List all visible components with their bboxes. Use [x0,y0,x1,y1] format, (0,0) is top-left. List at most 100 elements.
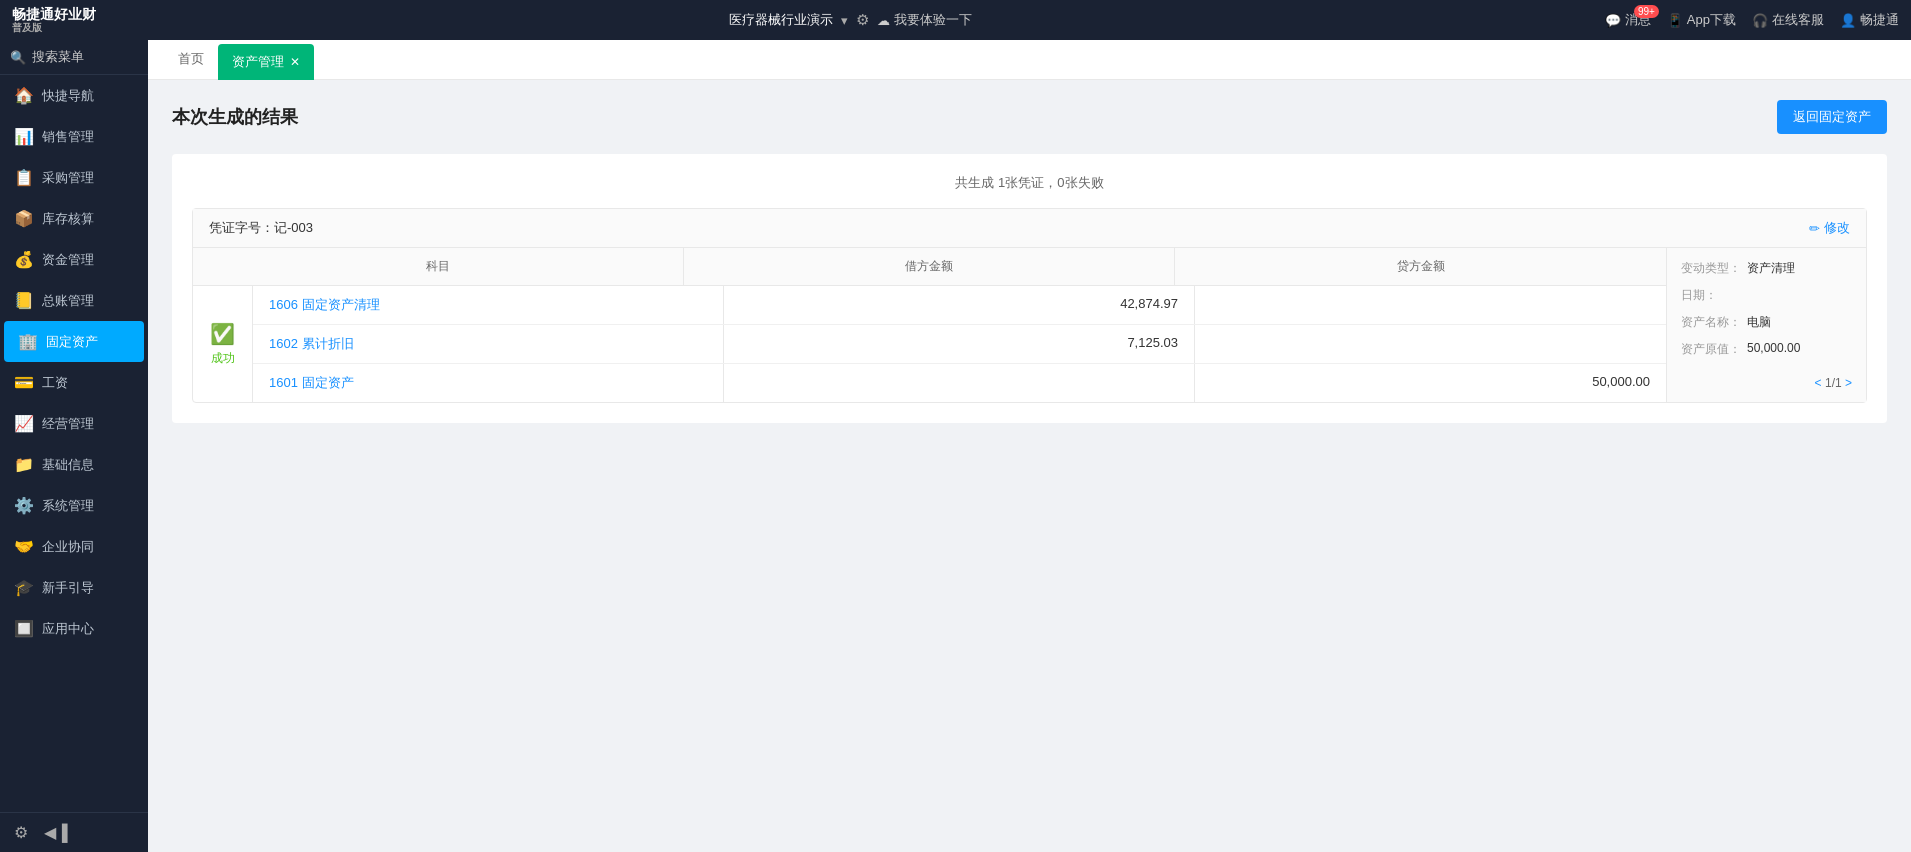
status-column: ✅ 成功 [193,286,253,402]
service-icon: 🎧 [1752,13,1768,28]
online-service-button[interactable]: 🎧 在线客服 [1752,11,1824,29]
col-debit: 借方金额 [684,248,1175,285]
row2-subject[interactable]: 1602 累计折旧 [253,325,724,363]
status-text: 成功 [211,350,235,367]
sidebar-bottom: ⚙ ◀▐ [0,812,148,852]
table-row: 1606 固定资产清理 42,874.97 [253,286,1666,325]
app-logo: 畅捷通好业财 普及版 [12,6,96,35]
content-area: 首页 资产管理 ✕ 本次生成的结果 返回固定资产 共生成 1张凭证，0张失败 凭… [148,40,1911,852]
company-dropdown-icon[interactable]: ▾ [841,13,848,28]
topbar: 畅捷通好业财 普及版 医疗器械行业演示 ▾ ⚙ ☁ 我要体验一下 💬 消息 99… [0,0,1911,40]
enterprise-icon: 🤝 [14,537,34,556]
row1-subject[interactable]: 1606 固定资产清理 [253,286,724,324]
ledger-icon: 📒 [14,291,34,310]
sidebar-item-guide[interactable]: 🎓 新手引导 [0,567,148,608]
sidebar-item-capital[interactable]: 💰 资金管理 [0,239,148,280]
settings-icon[interactable]: ⚙ [856,11,869,29]
tab-close-icon[interactable]: ✕ [290,55,300,69]
asset-name-label: 资产名称： [1681,314,1741,331]
info-original-value: 资产原值： 50,000.00 [1681,341,1852,358]
inventory-icon: 📦 [14,209,34,228]
sidebar-item-enterprise[interactable]: 🤝 企业协同 [0,526,148,567]
voucher-content: 科目 借方金额 贷方金额 ✅ 成功 [193,248,1866,402]
management-icon: 📈 [14,414,34,433]
purchase-icon: 📋 [14,168,34,187]
edit-icon: ✏ [1809,221,1820,236]
result-summary: 共生成 1张凭证，0张失败 [192,174,1867,192]
page-header: 本次生成的结果 返回固定资产 [172,100,1887,134]
sales-icon: 📊 [14,127,34,146]
sidebar: 🔍 搜索菜单 🏠 快捷导航 📊 销售管理 📋 采购管理 📦 库存核算 💰 资金管… [0,40,148,852]
page-content: 本次生成的结果 返回固定资产 共生成 1张凭证，0张失败 凭证字号：记-003 … [148,80,1911,852]
table-row-container: ✅ 成功 1606 固定资产清理 42,874.97 [193,286,1666,402]
row2-credit [1195,325,1666,363]
sidebar-item-payroll[interactable]: 💳 工资 [0,362,148,403]
app-download-button[interactable]: 📱 App下载 [1667,11,1736,29]
row1-debit: 42,874.97 [724,286,1195,324]
prev-page-button[interactable]: < [1815,376,1822,390]
download-icon: 📱 [1667,13,1683,28]
info-date: 日期： [1681,287,1852,304]
sidebar-item-inventory[interactable]: 📦 库存核算 [0,198,148,239]
row1-credit [1195,286,1666,324]
sidebar-item-ledger[interactable]: 📒 总账管理 [0,280,148,321]
sidebar-item-sales[interactable]: 📊 销售管理 [0,116,148,157]
pagination: < 1/1 > [1681,376,1852,390]
basic-icon: 📁 [14,455,34,474]
user-avatar-icon: 👤 [1840,13,1856,28]
company-name[interactable]: 医疗器械行业演示 [729,11,833,29]
system-icon: ⚙️ [14,496,34,515]
sidebar-item-purchase[interactable]: 📋 采购管理 [0,157,148,198]
edit-voucher-button[interactable]: ✏ 修改 [1809,219,1850,237]
col-credit: 贷方金额 [1175,248,1666,285]
sidebar-item-basic[interactable]: 📁 基础信息 [0,444,148,485]
row3-debit [724,364,1195,402]
topbar-center: 医疗器械行业演示 ▾ ⚙ ☁ 我要体验一下 [729,11,972,29]
table-rows: 1606 固定资产清理 42,874.97 1602 累计折旧 7,125.03 [253,286,1666,402]
table-header: 科目 借方金额 贷方金额 [193,248,1666,286]
original-value: 50,000.00 [1747,341,1800,358]
message-button[interactable]: 💬 消息 99+ [1605,11,1651,29]
row3-subject[interactable]: 1601 固定资产 [253,364,724,402]
sidebar-item-appstore[interactable]: 🔲 应用中心 [0,608,148,649]
return-fixed-assets-button[interactable]: 返回固定资产 [1777,100,1887,134]
feedback-btn[interactable]: ☁ 我要体验一下 [877,11,972,29]
voucher-header: 凭证字号：记-003 ✏ 修改 [193,209,1866,248]
fixed-assets-icon: 🏢 [18,332,38,351]
message-badge: 99+ [1634,5,1659,18]
sidebar-item-management[interactable]: 📈 经营管理 [0,403,148,444]
topbar-right: 💬 消息 99+ 📱 App下载 🎧 在线客服 👤 畅捷通 [1605,11,1899,29]
tab-bar: 首页 资产管理 ✕ [148,40,1911,80]
topbar-left: 畅捷通好业财 普及版 [12,6,96,35]
next-page-button[interactable]: > [1845,376,1852,390]
guide-icon: 🎓 [14,578,34,597]
type-label: 变动类型： [1681,260,1741,277]
asset-name-value: 电脑 [1747,314,1771,331]
date-label: 日期： [1681,287,1717,304]
sidebar-item-search[interactable]: 🔍 搜索菜单 [0,40,148,75]
info-type: 变动类型： 资产清理 [1681,260,1852,277]
appstore-icon: 🔲 [14,619,34,638]
page-indicator: 1/1 [1825,376,1845,390]
sidebar-collapse-icon[interactable]: ◀▐ [44,823,67,842]
table-row: 1602 累计折旧 7,125.03 [253,325,1666,364]
voucher-block: 凭证字号：记-003 ✏ 修改 科目 借方金额 贷方金额 [192,208,1867,403]
sidebar-settings-icon[interactable]: ⚙ [14,823,28,842]
page-title: 本次生成的结果 [172,105,298,129]
tab-asset[interactable]: 资产管理 ✕ [218,44,314,80]
search-icon: 🔍 [10,50,26,65]
tab-home[interactable]: 首页 [164,40,218,80]
type-value: 资产清理 [1747,260,1795,277]
payroll-icon: 💳 [14,373,34,392]
sidebar-item-fixed[interactable]: 🏢 固定资产 [4,321,144,362]
success-icon: ✅ [210,322,235,346]
result-section: 共生成 1张凭证，0张失败 凭证字号：记-003 ✏ 修改 [172,154,1887,423]
sidebar-item-system[interactable]: ⚙️ 系统管理 [0,485,148,526]
info-asset-name: 资产名称： 电脑 [1681,314,1852,331]
feedback-icon: ☁ [877,13,890,28]
original-value-label: 资产原值： [1681,341,1741,358]
sidebar-item-nav[interactable]: 🏠 快捷导航 [0,75,148,116]
capital-icon: 💰 [14,250,34,269]
user-menu[interactable]: 👤 畅捷通 [1840,11,1899,29]
voucher-table: 科目 借方金额 贷方金额 ✅ 成功 [193,248,1666,402]
